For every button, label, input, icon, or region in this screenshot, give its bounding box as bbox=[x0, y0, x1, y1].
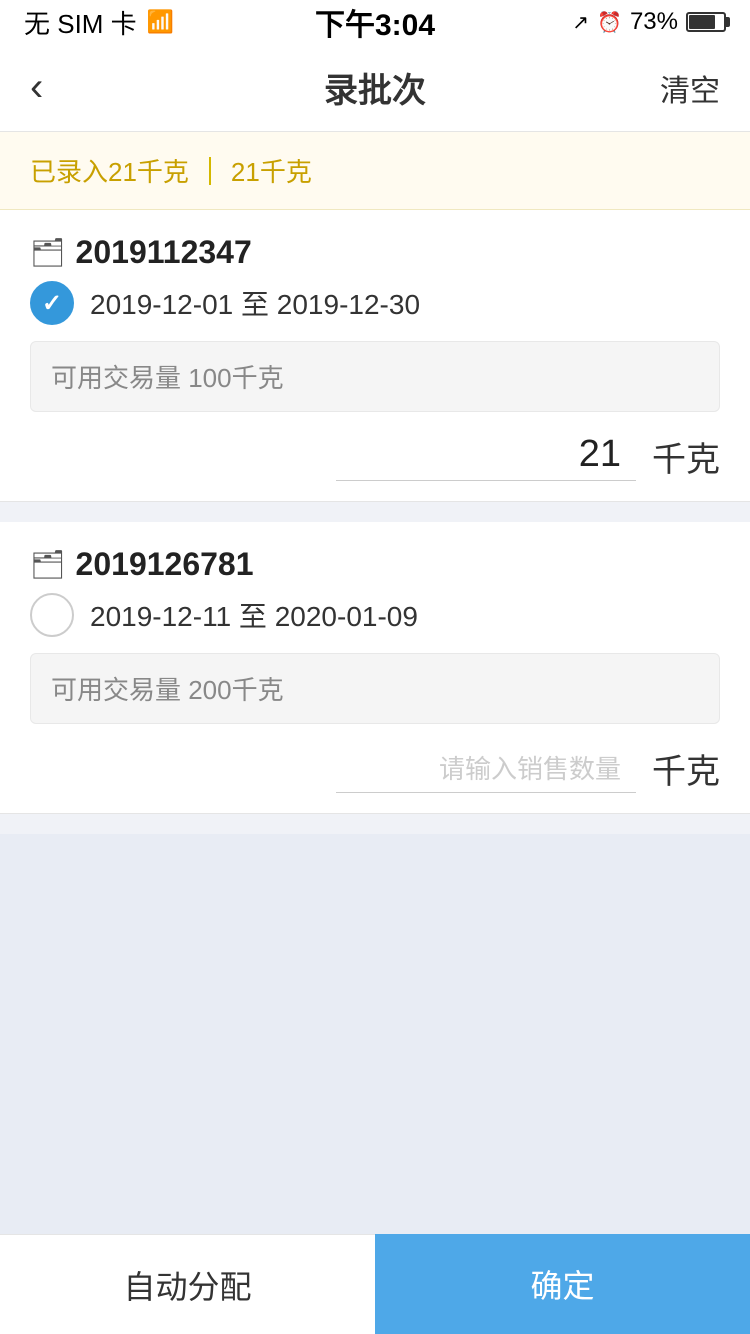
summary-label: 已录入21千克 bbox=[30, 152, 189, 189]
auto-distribute-button[interactable]: 自动分配 bbox=[0, 1234, 375, 1334]
page-title: 录批次 bbox=[324, 63, 426, 112]
batch-id-2: 2019126781 bbox=[76, 546, 254, 583]
batch-card-1: 🗂 2019112347 2019-12-01 至 2019-12-30 可用交… bbox=[0, 210, 750, 502]
bottom-bar: 自动分配 确定 bbox=[0, 1234, 750, 1334]
batch-checkbox-1[interactable] bbox=[30, 281, 74, 325]
carrier-text: 无 SIM 卡 bbox=[24, 4, 137, 41]
wifi-icon: 📶 bbox=[147, 9, 174, 35]
batch-date-1: 2019-12-01 至 2019-12-30 bbox=[90, 283, 420, 323]
location-icon: ↗ bbox=[572, 10, 589, 35]
batch-quantity-input-2[interactable] bbox=[336, 745, 636, 793]
spacer-area bbox=[0, 834, 750, 1234]
summary-divider bbox=[209, 157, 211, 185]
confirm-button[interactable]: 确定 bbox=[375, 1234, 750, 1334]
status-bar: 无 SIM 卡 📶 下午3:04 ↗ ⏰ 73% bbox=[0, 0, 750, 44]
back-button[interactable]: ‹ bbox=[30, 65, 90, 110]
battery-icon bbox=[686, 12, 726, 32]
battery-percent: 73% bbox=[630, 8, 678, 36]
status-time: 下午3:04 bbox=[315, 0, 435, 44]
batch-card-2: 🗂 2019126781 2019-12-11 至 2020-01-09 可用交… bbox=[0, 522, 750, 814]
status-carrier: 无 SIM 卡 📶 bbox=[24, 4, 174, 41]
summary-banner: 已录入21千克 21千克 bbox=[0, 132, 750, 210]
batch-id-1: 2019112347 bbox=[76, 234, 252, 271]
batch-date-row-1: 2019-12-01 至 2019-12-30 bbox=[0, 281, 750, 325]
batch-quantity-input-1[interactable] bbox=[336, 433, 636, 481]
nav-bar: ‹ 录批次 清空 bbox=[0, 44, 750, 132]
batch-icon-1: 🗂 bbox=[30, 236, 66, 269]
batch-icon-2: 🗂 bbox=[30, 548, 66, 581]
batch-checkbox-2[interactable] bbox=[30, 593, 74, 637]
batch-date-2: 2019-12-11 至 2020-01-09 bbox=[90, 595, 418, 635]
status-right: ↗ ⏰ 73% bbox=[572, 8, 726, 36]
batch-input-row-2: 千克 bbox=[0, 724, 750, 814]
batch-availability-1: 可用交易量 100千克 bbox=[30, 341, 720, 412]
batch-unit-1: 千克 bbox=[652, 432, 720, 481]
batch-date-row-2: 2019-12-11 至 2020-01-09 bbox=[0, 593, 750, 637]
batch-header-2: 🗂 2019126781 bbox=[0, 522, 750, 593]
batch-input-row-1: 千克 bbox=[0, 412, 750, 502]
summary-value: 21千克 bbox=[231, 152, 312, 189]
batch-availability-2: 可用交易量 200千克 bbox=[30, 653, 720, 724]
batch-unit-2: 千克 bbox=[652, 744, 720, 793]
section-gap-2 bbox=[0, 814, 750, 834]
section-gap-1 bbox=[0, 502, 750, 522]
clear-button[interactable]: 清空 bbox=[660, 66, 720, 110]
batch-header-1: 🗂 2019112347 bbox=[0, 210, 750, 281]
alarm-icon: ⏰ bbox=[597, 10, 622, 35]
